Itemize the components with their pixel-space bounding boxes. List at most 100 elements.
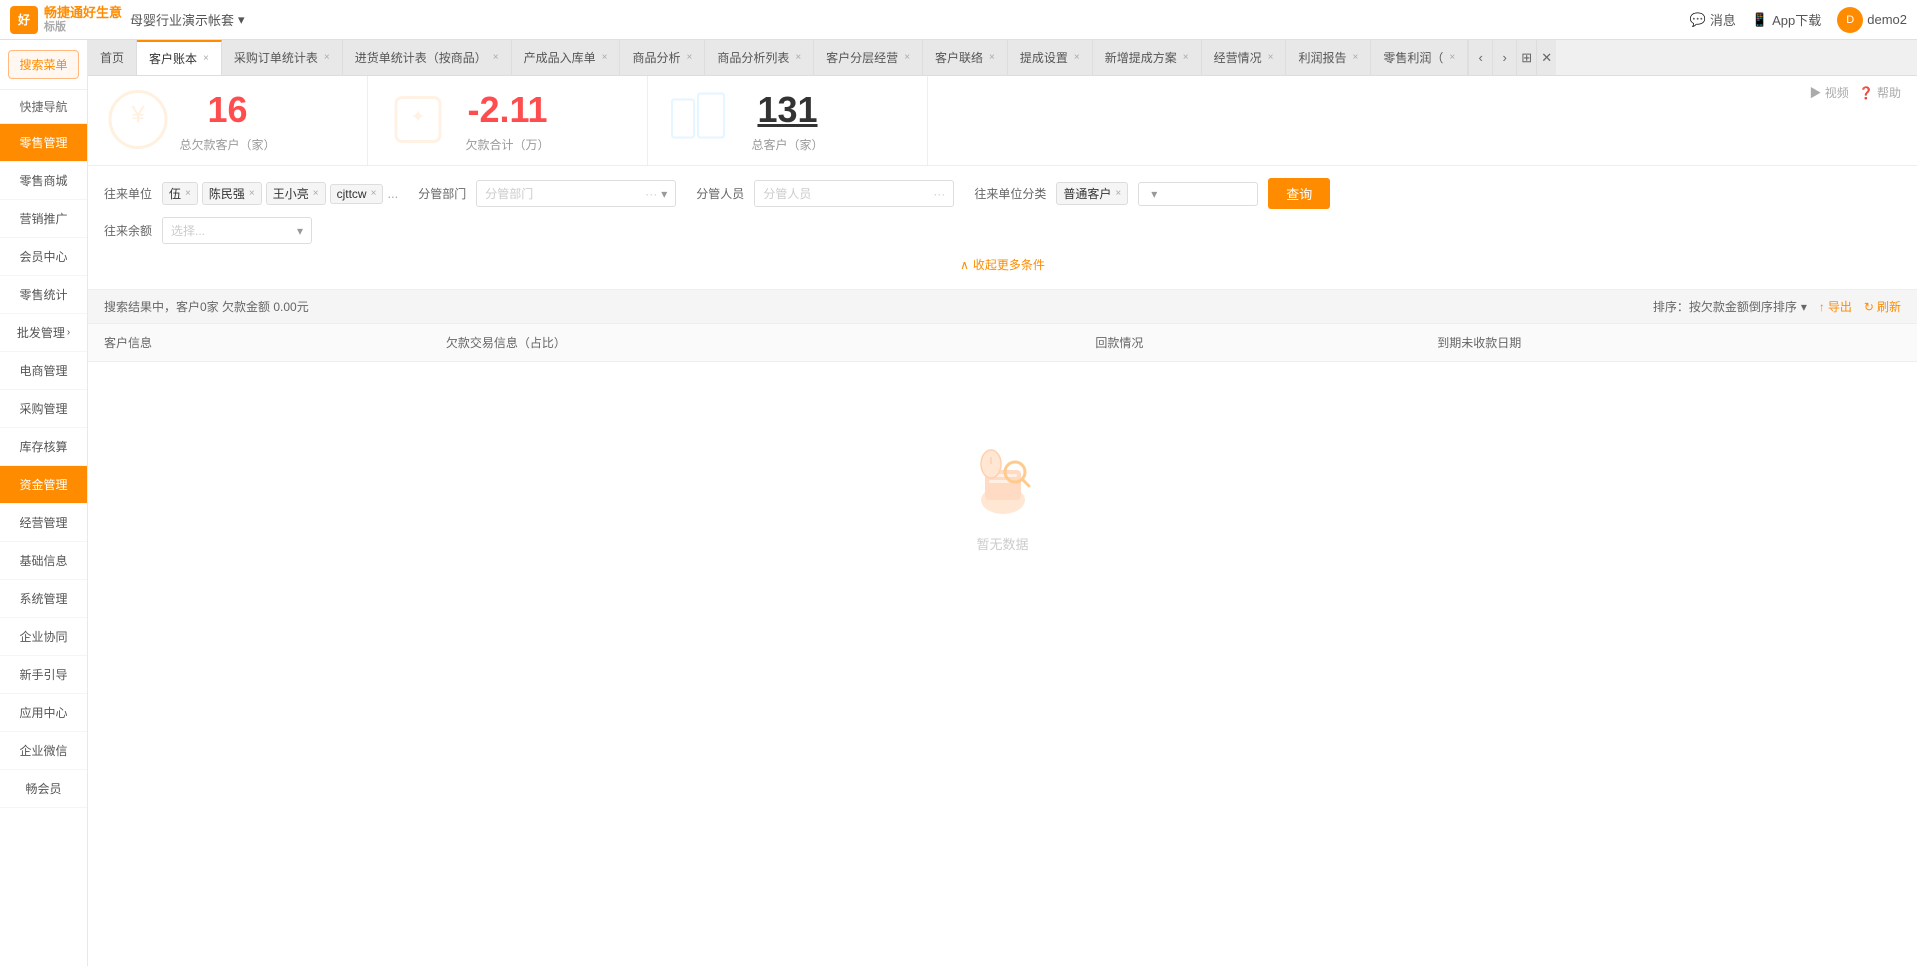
close-icon[interactable]: × [324, 52, 330, 63]
dept-select[interactable]: 分管部门 ··· ▾ [476, 180, 676, 207]
svg-text:¥: ¥ [130, 101, 145, 128]
sidebar-item-label: 应用中心 [19, 706, 67, 720]
tab-customer-contact[interactable]: 客户联络 × [923, 40, 1008, 76]
remove-normal-customer-tag[interactable]: × [1115, 188, 1121, 199]
sidebar-item-retail-mall[interactable]: 零售商城 [0, 162, 87, 200]
tab-production-inbound[interactable]: 产成品入库单 × [512, 40, 621, 76]
tab-bar: 首页 客户账本 × 采购订单统计表 × 进货单统计表（按商品） × 产成品入库单… [88, 40, 1917, 76]
sidebar-item-wechat[interactable]: 企业微信 [0, 732, 87, 770]
tab-purchase-order-stat[interactable]: 采购订单统计表 × [222, 40, 343, 76]
sidebar-item-purchase[interactable]: 采购管理 [0, 390, 87, 428]
sidebar-item-label: 电商管理 [19, 364, 67, 378]
tab-profit-report[interactable]: 利润报告 × [1286, 40, 1371, 76]
chevron-down-icon: ▾ [238, 12, 245, 28]
query-button[interactable]: 查询 [1268, 178, 1330, 209]
close-icon[interactable]: × [1449, 52, 1455, 63]
sidebar-item-label: 畅会员 [25, 782, 61, 796]
sidebar-item-retail-stat[interactable]: 零售统计 [0, 276, 87, 314]
tab-customer-tier[interactable]: 客户分层经营 × [814, 40, 923, 76]
close-icon[interactable]: × [493, 52, 499, 63]
company-selector[interactable]: 母婴行业演示帐套 ▾ [130, 10, 245, 29]
close-icon[interactable]: × [1352, 52, 1358, 63]
collapse-label: 收起更多条件 [973, 256, 1045, 273]
remove-wu-tag[interactable]: × [185, 188, 191, 199]
tab-close-all[interactable]: ✕ [1536, 40, 1556, 76]
collapse-btn[interactable]: ∧ 收起更多条件 [956, 252, 1049, 277]
balance-select[interactable]: 选择... ▾ [162, 217, 312, 244]
svg-text:✦: ✦ [410, 106, 425, 126]
balance-placeholder: 选择... [171, 222, 205, 239]
export-label: 导出 [1828, 298, 1852, 315]
close-icon[interactable]: × [904, 52, 910, 63]
data-table: 客户信息 欠款交易信息（占比） 回款情况 到期未收款日期 [88, 324, 1917, 362]
sidebar-item-ecommerce[interactable]: 电商管理 [0, 352, 87, 390]
person-label: 分管人员 [696, 185, 744, 202]
close-icon[interactable]: × [795, 52, 801, 63]
sidebar-item-finance[interactable]: 资金管理 [0, 466, 87, 504]
tab-retail-profit[interactable]: 零售利润（ × [1371, 40, 1468, 76]
sidebar-item-app-center[interactable]: 应用中心 [0, 694, 87, 732]
message-btn[interactable]: 💬 消息 [1690, 10, 1736, 29]
sidebar-item-wholesale[interactable]: 批发管理 › [0, 314, 87, 352]
unit-type-select[interactable]: ▾ [1138, 182, 1258, 206]
app-download-btn[interactable]: 📱 App下载 [1752, 10, 1821, 29]
tab-nav-right[interactable]: › [1492, 40, 1516, 76]
app-name: 畅捷通好生意 [44, 5, 122, 21]
remove-wang-tag[interactable]: × [313, 188, 319, 199]
remove-cjttcw-tag[interactable]: × [371, 188, 377, 199]
close-icon[interactable]: × [602, 52, 608, 63]
sidebar-item-member2[interactable]: 畅会员 [0, 770, 87, 808]
sort-selector[interactable]: 排序：按欠款金额倒序排序 ▾ [1653, 298, 1807, 315]
tab-nav-left[interactable]: ‹ [1468, 40, 1492, 76]
export-btn[interactable]: ↑ 导出 [1819, 298, 1852, 315]
tab-customer-book-close[interactable]: × [203, 53, 209, 64]
tab-customer-book-label: 客户账本 [149, 50, 197, 67]
sidebar-item-operations[interactable]: 经营管理 [0, 504, 87, 542]
user-profile-btn[interactable]: D demo2 [1837, 7, 1907, 33]
sidebar-item-member[interactable]: 会员中心 [0, 238, 87, 276]
unit-tags: 伍 × 陈民强 × 王小亮 × cjttcw × [162, 182, 398, 205]
tab-inbound-stat[interactable]: 进货单统计表（按商品） × [343, 40, 512, 76]
tab-biz-situation[interactable]: 经营情况 × [1202, 40, 1287, 76]
tab-expand-btn[interactable]: ⊞ [1516, 40, 1536, 76]
sidebar-item-label: 批发管理 [17, 324, 65, 341]
tab-promo-settings[interactable]: 提成设置 × [1008, 40, 1093, 76]
message-icon: 💬 [1690, 12, 1706, 28]
sidebar-quick-nav[interactable]: 快捷导航 [0, 90, 87, 124]
sidebar-item-system[interactable]: 系统管理 [0, 580, 87, 618]
close-icon[interactable]: × [1183, 52, 1189, 63]
sidebar-item-inventory[interactable]: 库存核算 [0, 428, 87, 466]
remove-chen-tag[interactable]: × [249, 188, 255, 199]
help-icon[interactable]: ❓ 帮助 [1859, 84, 1901, 101]
refresh-btn[interactable]: ↻ 刷新 [1864, 298, 1901, 315]
search-menu-button[interactable]: 搜索菜单 [8, 50, 79, 79]
tab-customer-book[interactable]: 客户账本 × [137, 40, 222, 76]
person-select[interactable]: 分管人员 ··· [754, 180, 954, 207]
sidebar-item-label: 营销推广 [19, 212, 67, 226]
sort-chevron: ▾ [1801, 300, 1807, 314]
close-icon[interactable]: × [1268, 52, 1274, 63]
more-tags-btn[interactable]: ... [387, 186, 398, 201]
sidebar-item-marketing[interactable]: 营销推广 [0, 200, 87, 238]
top-bar-left: 好 畅捷通好生意 标版 母婴行业演示帐套 ▾ [10, 5, 245, 34]
sidebar-item-enterprise[interactable]: 企业协同 [0, 618, 87, 656]
sidebar-item-basic[interactable]: 基础信息 [0, 542, 87, 580]
tab-new-promo-plan[interactable]: 新增提成方案 × [1093, 40, 1202, 76]
dept-label: 分管部门 [418, 185, 466, 202]
unit-type-label: 往来单位分类 [974, 185, 1046, 202]
filter-tag-normal-customer: 普通客户 × [1056, 182, 1128, 205]
sidebar-item-new-guide[interactable]: 新手引导 [0, 656, 87, 694]
close-icon[interactable]: × [686, 52, 692, 63]
filter-tag-cjttcw: cjttcw × [330, 184, 384, 204]
close-icon[interactable]: × [989, 52, 995, 63]
close-icon[interactable]: × [1074, 52, 1080, 63]
tab-goods-analysis[interactable]: 商品分析 × [620, 40, 705, 76]
collapse-row: ∧ 收起更多条件 [104, 252, 1901, 277]
sidebar-item-retail[interactable]: 零售管理 [0, 124, 87, 162]
tab-home[interactable]: 首页 [88, 40, 137, 76]
balance-chevron: ▾ [297, 224, 303, 238]
video-icon[interactable]: ▶ 视频 [1809, 84, 1848, 101]
filter-tag-wu: 伍 × [162, 182, 198, 205]
tab-goods-analysis-list[interactable]: 商品分析列表 × [705, 40, 814, 76]
sidebar-item-label: 零售商城 [19, 174, 67, 188]
